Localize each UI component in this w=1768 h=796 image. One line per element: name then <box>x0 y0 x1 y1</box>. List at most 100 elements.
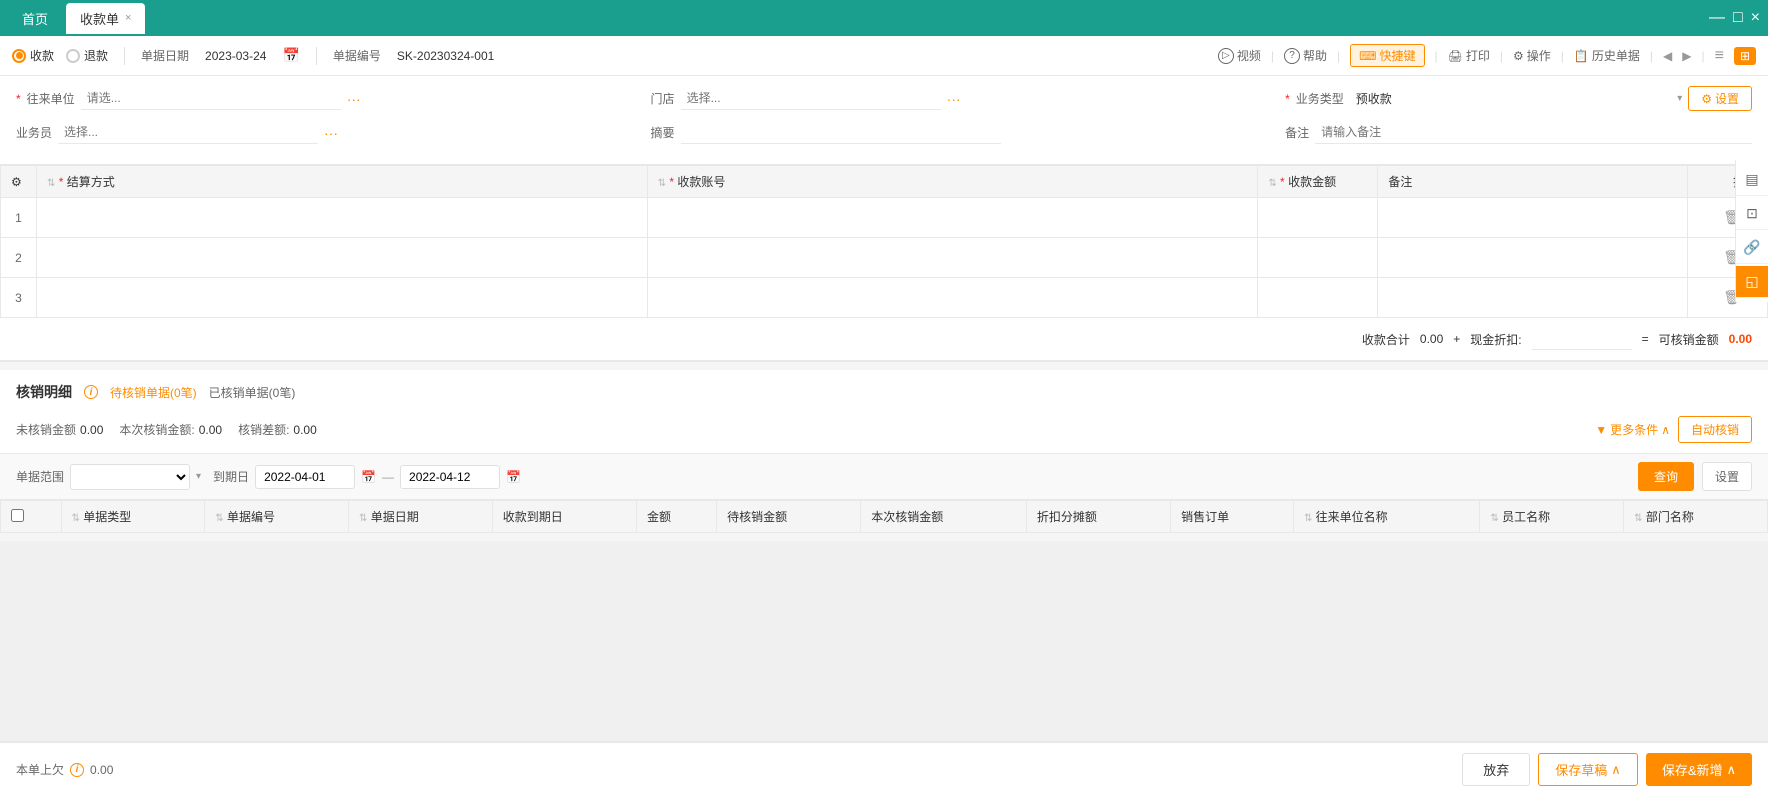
store-more-icon[interactable]: ··· <box>947 91 961 107</box>
window-close-btn[interactable]: × <box>1751 9 1760 27</box>
row-2-account[interactable] <box>647 238 1258 278</box>
gear-icon[interactable]: ⚙ <box>11 175 22 189</box>
row-3-settle[interactable] <box>37 278 648 318</box>
radio-receive-label: 收款 <box>30 47 54 64</box>
biz-type-label: 业务类型 <box>1296 90 1344 107</box>
col-due-date: 收款到期日 <box>492 501 636 533</box>
shortcut-btn[interactable]: ⌨ 快捷键 <box>1350 44 1424 67</box>
print-btn[interactable]: 🖨 打印 <box>1448 47 1490 64</box>
save-draft-btn[interactable]: 保存草稿 ∧ <box>1538 753 1638 786</box>
sort-icon-3[interactable]: ⇅ <box>1268 178 1276 189</box>
remark-field: 备注 <box>1285 121 1752 144</box>
filter-due-date-to[interactable] <box>400 465 500 489</box>
row-1-account[interactable] <box>647 198 1258 238</box>
due-date-to-cal-icon[interactable]: 📅 <box>506 470 521 484</box>
history-label: 历史单据 <box>1592 47 1640 64</box>
view-grid-btn[interactable]: ⊞ <box>1734 47 1756 65</box>
sales-input[interactable] <box>58 121 318 144</box>
sidebar-link-icon[interactable]: 🔗 <box>1736 232 1768 264</box>
tab-bar: 首页 收款单 × — □ × <box>0 0 1768 36</box>
sidebar-expand-icon[interactable]: ◱ <box>1736 266 1768 298</box>
sidebar-table-icon[interactable]: ▤ <box>1736 164 1768 196</box>
help-icon: ? <box>1284 48 1300 64</box>
counterpart-input[interactable] <box>81 87 341 110</box>
tab-active-receipts[interactable]: 收款单 × <box>66 3 145 34</box>
store-input[interactable] <box>681 87 941 110</box>
footer-right: 放弃 保存草稿 ∧ 保存&新增 ∧ <box>1462 753 1752 786</box>
filter-doc-range-select[interactable] <box>70 464 190 490</box>
save-draft-arrow-icon[interactable]: ∧ <box>1611 762 1621 778</box>
sort-icon-b12[interactable]: ⇅ <box>1634 513 1642 524</box>
row-1-amount[interactable] <box>1258 198 1378 238</box>
bottom-table-container: ⇅ 单据类型 ⇅ 单据编号 ⇅ 单据日期 收款到期日 <box>0 500 1768 533</box>
tab-home[interactable]: 首页 <box>8 3 62 34</box>
sep4: | <box>1500 49 1503 63</box>
table-header-row: ⚙ ⇅ * 结算方式 ⇅ * 收款账号 ⇅ * 收款 <box>1 166 1768 198</box>
filter-due-date-from[interactable] <box>255 465 355 489</box>
sort-icon-b1[interactable]: ⇅ <box>72 513 80 524</box>
shortcut-icon: ⌨ <box>1359 49 1376 63</box>
nav-prev-btn[interactable]: ◀ <box>1663 49 1672 63</box>
window-minimize-btn[interactable]: — <box>1709 9 1725 27</box>
due-date-from-cal-icon[interactable]: 📅 <box>361 470 376 484</box>
receipt-table: ⚙ ⇅ * 结算方式 ⇅ * 收款账号 ⇅ * 收款 <box>0 165 1768 318</box>
sort-icon-b11[interactable]: ⇅ <box>1490 513 1498 524</box>
row-3-remark[interactable] <box>1378 278 1688 318</box>
tab-bar-left: 首页 收款单 × <box>8 3 145 34</box>
store-field: 门店 ··· <box>651 87 1274 110</box>
sort-icon-b2[interactable]: ⇅ <box>215 513 223 524</box>
reconcile-done-tab[interactable]: 已核销单据(0笔) <box>209 384 296 401</box>
footer-info-icon[interactable]: i <box>70 763 84 777</box>
row-2-settle[interactable] <box>37 238 648 278</box>
abandon-btn[interactable]: 放弃 <box>1462 753 1530 786</box>
stat-unreconciled-label: 未核销金额 <box>16 421 76 438</box>
sort-icon-b10[interactable]: ⇅ <box>1304 513 1312 524</box>
row-1-settle[interactable] <box>37 198 648 238</box>
history-btn[interactable]: 📋 历史单据 <box>1574 47 1640 64</box>
row-1-remark[interactable] <box>1378 198 1688 238</box>
page-footer: 本单上欠 i 0.00 放弃 保存草稿 ∧ 保存&新增 ∧ <box>0 741 1768 796</box>
sort-icon-1[interactable]: ⇅ <box>47 178 55 189</box>
operation-btn[interactable]: ⚙ 操作 <box>1513 47 1551 64</box>
counterpart-more-icon[interactable]: ··· <box>347 91 361 107</box>
sort-icon-b3[interactable]: ⇅ <box>359 513 367 524</box>
radio-refund[interactable]: 退款 <box>66 47 108 64</box>
view-list-btn[interactable]: ≡ <box>1715 47 1724 65</box>
save-new-arrow-icon[interactable]: ∧ <box>1726 762 1736 778</box>
radio-receive-dot <box>12 49 26 63</box>
save-new-btn[interactable]: 保存&新增 ∧ <box>1646 753 1752 786</box>
row-3-account[interactable] <box>647 278 1258 318</box>
row-2-remark[interactable] <box>1378 238 1688 278</box>
radio-receive[interactable]: 收款 <box>12 47 54 64</box>
query-btn[interactable]: 查询 <box>1638 462 1694 491</box>
sidebar-grid-icon[interactable]: ⊡ <box>1736 198 1768 230</box>
per-page-value: 0.00 <box>90 763 113 777</box>
row-3-amount[interactable] <box>1258 278 1378 318</box>
reconcile-pending-tab[interactable]: 待核销单据(0笔) <box>110 384 197 401</box>
biz-type-setting-btn[interactable]: ⚙ 设置 <box>1688 86 1752 111</box>
stat-current: 本次核销金额: 0.00 <box>119 421 222 438</box>
sort-icon-2[interactable]: ⇅ <box>658 178 666 189</box>
col-gear[interactable]: ⚙ <box>1 166 37 198</box>
remark-input[interactable] <box>1315 121 1752 144</box>
nav-next-btn[interactable]: ▶ <box>1682 49 1691 63</box>
select-all-checkbox[interactable] <box>11 509 24 522</box>
calendar-icon[interactable]: 📅 <box>282 47 299 64</box>
row-2-amount[interactable] <box>1258 238 1378 278</box>
filter-setting-btn[interactable]: 设置 <box>1702 462 1752 491</box>
stat-current-label: 本次核销金额: <box>119 421 194 438</box>
sales-more-icon[interactable]: ··· <box>324 125 338 141</box>
summary-input[interactable] <box>681 121 1001 144</box>
auto-reconcile-btn[interactable]: 自动核销 <box>1678 416 1752 443</box>
more-conditions-btn[interactable]: ▼ 更多条件 ∧ <box>1595 421 1670 438</box>
video-btn[interactable]: ▷ 视频 <box>1218 47 1261 64</box>
tab-bar-right: — □ × <box>1709 9 1760 27</box>
help-btn[interactable]: ? 帮助 <box>1284 47 1327 64</box>
reconcile-info-icon[interactable]: i <box>84 385 98 399</box>
window-maximize-btn[interactable]: □ <box>1733 9 1743 27</box>
biz-type-dropdown-icon[interactable]: ▾ <box>1677 93 1682 104</box>
remark-label: 备注 <box>1285 124 1309 141</box>
filter-icon: ▼ <box>1595 423 1607 437</box>
calc-discount-input[interactable] <box>1532 328 1632 350</box>
tab-close-icon[interactable]: × <box>125 12 131 24</box>
